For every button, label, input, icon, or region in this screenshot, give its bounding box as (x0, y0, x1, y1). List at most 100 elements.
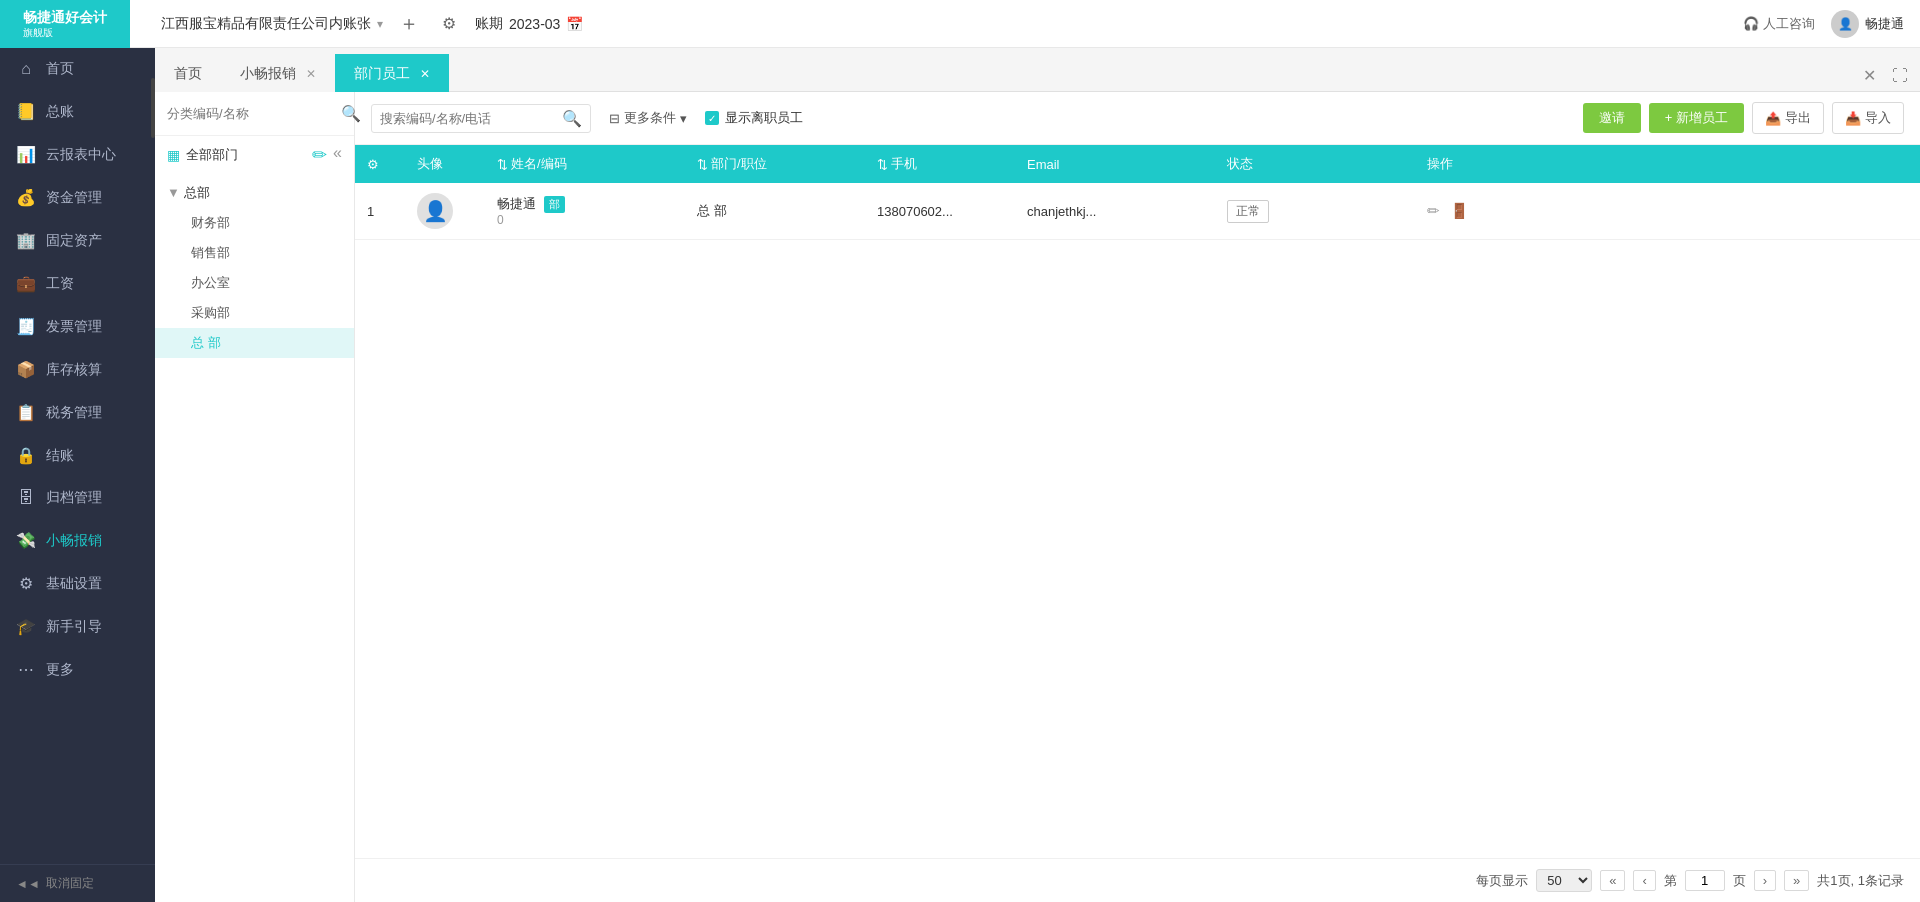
sidebar-item-invoice[interactable]: 🧾 发票管理 (0, 305, 155, 348)
edit-dept-icon[interactable]: ✏ (312, 144, 327, 166)
collapse-icon[interactable]: « (333, 144, 342, 166)
employee-data-table: ⚙ 头像 ⇅ 姓名/编码 (355, 145, 1920, 240)
dept-item-sales[interactable]: 销售部 (155, 238, 354, 268)
sidebar-item-tax[interactable]: 📋 税务管理 (0, 391, 155, 434)
action-icons: ✏ 🚪 (1427, 202, 1908, 220)
col-action-label: 操作 (1427, 156, 1453, 171)
dept-item-purchase[interactable]: 采购部 (155, 298, 354, 328)
col-name[interactable]: ⇅ 姓名/编码 (485, 145, 685, 183)
sidebar-item-label: 首页 (46, 60, 74, 78)
company-name: 江西服宝精品有限责任公司内账张 (161, 15, 371, 33)
employee-name: 畅捷通 (497, 196, 536, 211)
last-page-button[interactable]: » (1784, 870, 1809, 891)
dept-root-name: 总部 (184, 185, 210, 200)
sidebar-item-archive[interactable]: 🗄 归档管理 (0, 477, 155, 519)
sidebar-item-salary[interactable]: 💼 工资 (0, 262, 155, 305)
dept-search-input[interactable] (167, 106, 335, 121)
show-resigned-checkbox[interactable] (705, 111, 719, 125)
col-status: 状态 (1215, 145, 1415, 183)
sidebar-item-guide[interactable]: 🎓 新手引导 (0, 605, 155, 648)
tab-expand-button[interactable]: ⛶ (1888, 65, 1912, 87)
dept-item-general[interactable]: 总 部 (155, 328, 354, 358)
pin-icon: ◄◄ (16, 877, 40, 891)
company-dropdown-icon[interactable]: ▾ (377, 17, 383, 31)
sidebar-item-assets[interactable]: 🏢 固定资产 (0, 219, 155, 262)
avatar: 👤 (1831, 10, 1859, 38)
dept-panel: 🔍 ▦ 全部部门 ✏ « ▼ 总部 (155, 92, 355, 902)
show-resigned-label: 显示离职员工 (725, 109, 803, 127)
add-employee-button[interactable]: + 新增员工 (1649, 103, 1744, 133)
import-icon: 📥 (1845, 111, 1861, 126)
col-settings[interactable]: ⚙ (355, 145, 405, 183)
sidebar-item-label: 税务管理 (46, 404, 102, 422)
tab-xiaochang[interactable]: 小畅报销 ✕ (221, 54, 335, 92)
col-action: 操作 (1415, 145, 1920, 183)
sidebar-item-ledger[interactable]: 📒 总账 (0, 90, 155, 133)
logo-sub: 旗舰版 (23, 26, 107, 40)
dept-purchase-name: 采购部 (191, 305, 230, 320)
page-number-input[interactable] (1685, 870, 1725, 891)
first-page-button[interactable]: « (1600, 870, 1625, 891)
tab-xiaochang-close[interactable]: ✕ (306, 67, 316, 81)
sidebar-item-more[interactable]: ⋯ 更多 (0, 648, 155, 691)
sidebar-item-settings[interactable]: ⚙ 基础设置 (0, 562, 155, 605)
row-index: 1 (355, 183, 405, 240)
logout-employee-icon[interactable]: 🚪 (1450, 202, 1469, 220)
user-name: 畅捷通 (1865, 15, 1904, 33)
edit-employee-icon[interactable]: ✏ (1427, 202, 1440, 220)
period-value: 2023-03 (509, 16, 560, 32)
page-prefix-label: 第 (1664, 872, 1677, 890)
employee-toolbar: 🔍 ⊟ 更多条件 ▾ 显示离职员工 邀请 + 新增员工 (355, 92, 1920, 145)
export-button[interactable]: 📤 导出 (1752, 102, 1824, 134)
table-footer: 每页显示 50 10 20 100 « ‹ 第 页 › » 共1页, 1条记录 (355, 858, 1920, 902)
row-name-cell: 畅捷通 部 0 (485, 183, 685, 240)
filter-button[interactable]: ⊟ 更多条件 ▾ (601, 105, 695, 131)
archive-icon: 🗄 (16, 489, 36, 507)
sidebar-item-inventory[interactable]: 📦 库存核算 (0, 348, 155, 391)
page-size-select[interactable]: 50 10 20 100 (1536, 869, 1592, 892)
col-phone[interactable]: ⇅ 手机 (865, 145, 1015, 183)
dept-root-label[interactable]: ▼ 总部 (155, 178, 354, 208)
search-icon[interactable]: 🔍 (562, 109, 582, 128)
unpin-button[interactable]: ◄◄ 取消固定 (0, 864, 155, 902)
avatar-icon: 👤 (1838, 17, 1853, 31)
import-button[interactable]: 📥 导入 (1832, 102, 1904, 134)
employee-search-input[interactable] (380, 111, 556, 126)
tab-home[interactable]: 首页 (155, 54, 221, 92)
inventory-icon: 📦 (16, 360, 36, 379)
export-icon: 📤 (1765, 111, 1781, 126)
tab-right-actions: ✕ ⛶ (1859, 64, 1920, 91)
show-resigned-toggle[interactable]: 显示离职员工 (705, 109, 803, 127)
sidebar-item-reports[interactable]: 📊 云报表中心 (0, 133, 155, 176)
status-badge: 正常 (1227, 200, 1269, 223)
col-dept[interactable]: ⇅ 部门/职位 (685, 145, 865, 183)
add-tab-button[interactable]: ＋ (395, 10, 423, 38)
col-avatar: 头像 (405, 145, 485, 183)
tab-dept-emp[interactable]: 部门员工 ✕ (335, 54, 449, 92)
all-dept-label[interactable]: ▦ 全部部门 (167, 146, 238, 164)
dept-item-finance[interactable]: 财务部 (155, 208, 354, 238)
sidebar-item-close[interactable]: 🔒 结账 (0, 434, 155, 477)
table-row: 1 👤 畅捷通 部 (355, 183, 1920, 240)
dept-item-office[interactable]: 办公室 (155, 268, 354, 298)
sidebar-item-xiao[interactable]: 💸 小畅报销 (0, 519, 155, 562)
filter-dropdown-icon: ▾ (680, 111, 687, 126)
company-selector[interactable]: 江西服宝精品有限责任公司内账张 ▾ (161, 15, 383, 33)
sidebar-item-home[interactable]: ⌂ 首页 (0, 48, 155, 90)
sidebar-item-funds[interactable]: 💰 资金管理 (0, 176, 155, 219)
user-area[interactable]: 👤 畅捷通 (1831, 10, 1904, 38)
employee-email: chanjethkj... (1027, 204, 1096, 219)
next-page-button[interactable]: › (1754, 870, 1776, 891)
dept-finance-name: 财务部 (191, 215, 230, 230)
tab-dept-emp-close[interactable]: ✕ (420, 67, 430, 81)
settings-icon[interactable]: ⚙ (435, 10, 463, 38)
prev-page-button[interactable]: ‹ (1633, 870, 1655, 891)
service-button[interactable]: 🎧 人工咨询 (1743, 15, 1815, 33)
sidebar-item-label: 总账 (46, 103, 74, 121)
sidebar-item-label: 固定资产 (46, 232, 102, 250)
table-settings-icon[interactable]: ⚙ (367, 157, 379, 172)
invite-button[interactable]: 邀请 (1583, 103, 1641, 133)
tab-close-button[interactable]: ✕ (1859, 64, 1880, 87)
employee-phone: 138070602... (877, 204, 953, 219)
calendar-icon[interactable]: 📅 (566, 16, 583, 32)
